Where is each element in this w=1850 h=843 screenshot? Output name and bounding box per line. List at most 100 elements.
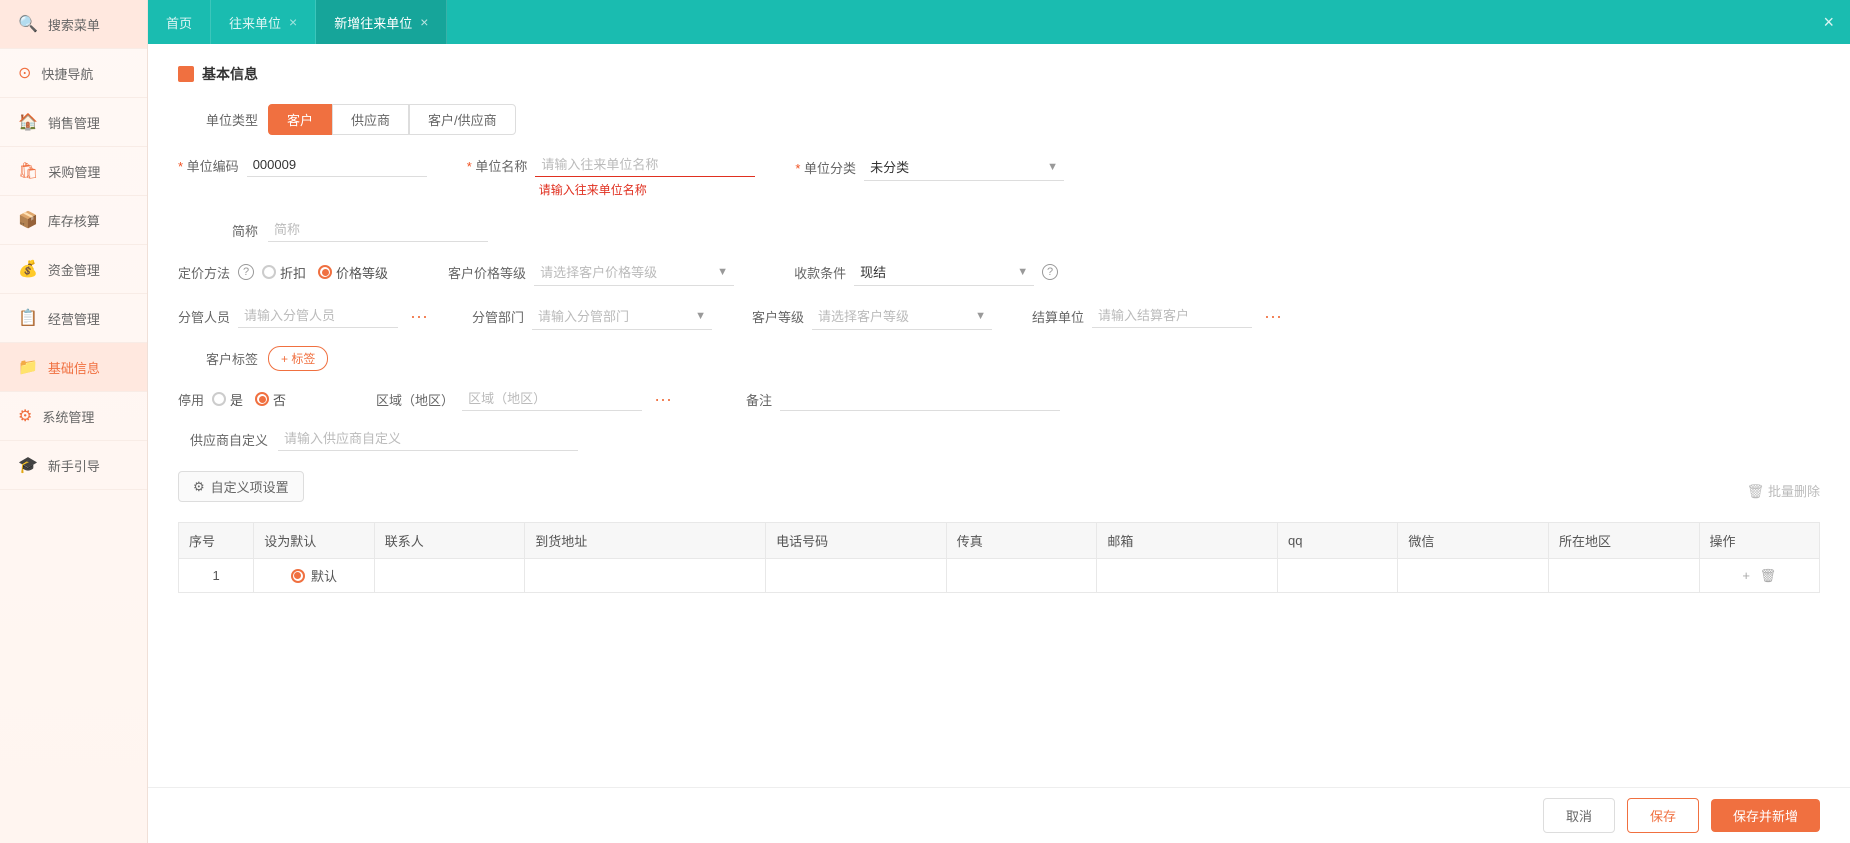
contact-table: 序号 设为默认 联系人 到货地址 电话号码 传真 邮箱 qq 微信 所在地区 操… bbox=[178, 522, 1820, 593]
customer-price-level-label: 客户价格等级 bbox=[448, 263, 526, 282]
sidebar-item-management[interactable]: 📋 经营管理 bbox=[0, 294, 147, 343]
customer-level-field: 客户等级 请选择客户等级 ▼ bbox=[752, 302, 992, 330]
save-button[interactable]: 保存 bbox=[1627, 798, 1699, 833]
tag-add-button[interactable]: + 标签 bbox=[268, 346, 328, 371]
tab-new-partner[interactable]: 新增往来单位 × bbox=[316, 0, 447, 44]
table-row: 1 默认 bbox=[179, 559, 1820, 593]
batch-delete-icon: 🗑 bbox=[1747, 483, 1765, 499]
region-more-btn[interactable]: ··· bbox=[650, 390, 676, 408]
form-footer: 取消 保存 保存并新增 bbox=[148, 787, 1850, 843]
sidebar-item-finance[interactable]: 💰 资金管理 bbox=[0, 245, 147, 294]
row-default-radio[interactable] bbox=[291, 569, 305, 583]
remark-input[interactable] bbox=[780, 387, 1060, 411]
pricing-discount-radio bbox=[262, 265, 276, 279]
col-fax: 传真 bbox=[946, 523, 1097, 559]
disabled-yes[interactable]: 是 bbox=[212, 390, 243, 409]
disabled-no[interactable]: 否 bbox=[255, 390, 286, 409]
manager-input[interactable] bbox=[238, 304, 398, 328]
qq-input[interactable] bbox=[1288, 568, 1387, 583]
batch-delete-btn[interactable]: 🗑 批量删除 bbox=[1747, 481, 1820, 500]
type-btn-customer[interactable]: 客户 bbox=[268, 104, 332, 135]
sidebar-item-stock[interactable]: 📦 库存核算 bbox=[0, 196, 147, 245]
sidebar-item-guide[interactable]: 🎓 新手引导 bbox=[0, 441, 147, 490]
phone-input[interactable] bbox=[776, 568, 936, 583]
row-email[interactable] bbox=[1097, 559, 1278, 593]
col-address: 到货地址 bbox=[525, 523, 766, 559]
wechat-input[interactable] bbox=[1408, 568, 1538, 583]
settlement-unit-field: 结算单位 ··· bbox=[1032, 304, 1286, 328]
address-input[interactable] bbox=[535, 568, 755, 583]
sidebar-item-system[interactable]: ⚙ 系统管理 bbox=[0, 392, 147, 441]
delete-row-btn[interactable]: 🗑 bbox=[1760, 568, 1777, 583]
type-btn-supplier[interactable]: 供应商 bbox=[332, 104, 409, 135]
add-row-btn[interactable]: + bbox=[1742, 568, 1750, 583]
department-select[interactable]: 请输入分管部门 ▼ bbox=[532, 302, 712, 330]
pricing-help-icon[interactable]: ? bbox=[238, 264, 254, 280]
customer-price-level-select[interactable]: 请选择客户价格等级 ▼ bbox=[534, 258, 734, 286]
cancel-button[interactable]: 取消 bbox=[1543, 798, 1615, 833]
email-input[interactable] bbox=[1107, 568, 1267, 583]
basic-icon: 📁 bbox=[18, 357, 38, 377]
sales-icon: 🏠 bbox=[18, 112, 38, 132]
sidebar-item-quicknav[interactable]: ⊙ 快捷导航 bbox=[0, 49, 147, 98]
region-field: 区域（地区） ··· bbox=[376, 387, 676, 411]
short-name-input[interactable] bbox=[268, 218, 488, 242]
manager-label: 分管人员 bbox=[178, 307, 230, 326]
tab-home[interactable]: 首页 bbox=[148, 0, 211, 44]
payment-condition-label: 收款条件 bbox=[794, 263, 846, 282]
disabled-field: 停用 是 否 bbox=[178, 390, 286, 409]
main-area: 首页 往来单位 × 新增往来单位 × × 基本信息 单位类型 客户 供应商 客户… bbox=[148, 0, 1850, 843]
fax-input[interactable] bbox=[957, 568, 1087, 583]
payment-condition-select[interactable]: 现结 ▼ bbox=[854, 258, 1034, 286]
payment-condition-arrow: ▼ bbox=[1017, 266, 1028, 278]
pricing-price-level[interactable]: 价格等级 bbox=[318, 263, 388, 282]
unit-name-input[interactable] bbox=[535, 153, 755, 177]
customer-price-level-arrow: ▼ bbox=[717, 266, 728, 278]
customer-level-label: 客户等级 bbox=[752, 307, 804, 326]
col-phone: 电话号码 bbox=[766, 523, 947, 559]
contact-input[interactable] bbox=[385, 568, 515, 583]
settlement-unit-input[interactable] bbox=[1092, 304, 1252, 328]
manager-more-btn[interactable]: ··· bbox=[406, 307, 432, 325]
payment-help-icon[interactable]: ? bbox=[1042, 264, 1058, 280]
row-fax[interactable] bbox=[946, 559, 1097, 593]
disabled-no-radio bbox=[255, 392, 269, 406]
settlement-unit-label: 结算单位 bbox=[1032, 307, 1084, 326]
row-wechat[interactable] bbox=[1398, 559, 1549, 593]
pricing-discount[interactable]: 折扣 bbox=[262, 263, 306, 282]
sidebar-item-search[interactable]: 🔍 搜索菜单 bbox=[0, 0, 147, 49]
type-btn-both[interactable]: 客户/供应商 bbox=[409, 104, 516, 135]
save-new-button[interactable]: 保存并新增 bbox=[1711, 799, 1820, 832]
row-address[interactable] bbox=[525, 559, 766, 593]
settlement-more-btn[interactable]: ··· bbox=[1260, 307, 1286, 325]
stock-icon: 📦 bbox=[18, 210, 38, 230]
section-title: 基本信息 bbox=[178, 64, 1820, 84]
supplier-custom-input[interactable] bbox=[278, 427, 578, 451]
unit-category-label: 单位分类 bbox=[795, 158, 856, 177]
row-region[interactable] bbox=[1548, 559, 1699, 593]
window-close-button[interactable]: × bbox=[1807, 0, 1850, 44]
sidebar-item-sales[interactable]: 🏠 销售管理 bbox=[0, 98, 147, 147]
region-input[interactable] bbox=[462, 387, 642, 411]
sidebar-item-purchase[interactable]: 🛍 采购管理 bbox=[0, 147, 147, 196]
quicknav-icon: ⊙ bbox=[18, 63, 31, 83]
pricing-radio-group: 折扣 价格等级 bbox=[262, 263, 388, 282]
sidebar-item-basic[interactable]: 📁 基础信息 bbox=[0, 343, 147, 392]
tab-new-partner-close[interactable]: × bbox=[420, 15, 428, 29]
row-contact[interactable] bbox=[374, 559, 525, 593]
row-no: 1 bbox=[179, 559, 254, 593]
form-content: 基本信息 单位类型 客户 供应商 客户/供应商 单位编码 单位名称 bbox=[148, 44, 1850, 843]
row-phone[interactable] bbox=[766, 559, 947, 593]
col-wechat: 微信 bbox=[1398, 523, 1549, 559]
unit-code-input[interactable] bbox=[247, 153, 427, 177]
customer-level-arrow: ▼ bbox=[975, 310, 986, 322]
disabled-label: 停用 bbox=[178, 390, 204, 409]
row-qq[interactable] bbox=[1277, 559, 1397, 593]
management-icon: 📋 bbox=[18, 308, 38, 328]
tab-partners[interactable]: 往来单位 × bbox=[211, 0, 316, 44]
unit-category-select[interactable]: 未分类 ▼ bbox=[864, 153, 1064, 181]
custom-settings-button[interactable]: ⚙ 自定义项设置 bbox=[178, 471, 304, 502]
customer-level-select[interactable]: 请选择客户等级 ▼ bbox=[812, 302, 992, 330]
tab-partners-close[interactable]: × bbox=[289, 15, 297, 29]
row-region-input[interactable] bbox=[1559, 568, 1689, 583]
